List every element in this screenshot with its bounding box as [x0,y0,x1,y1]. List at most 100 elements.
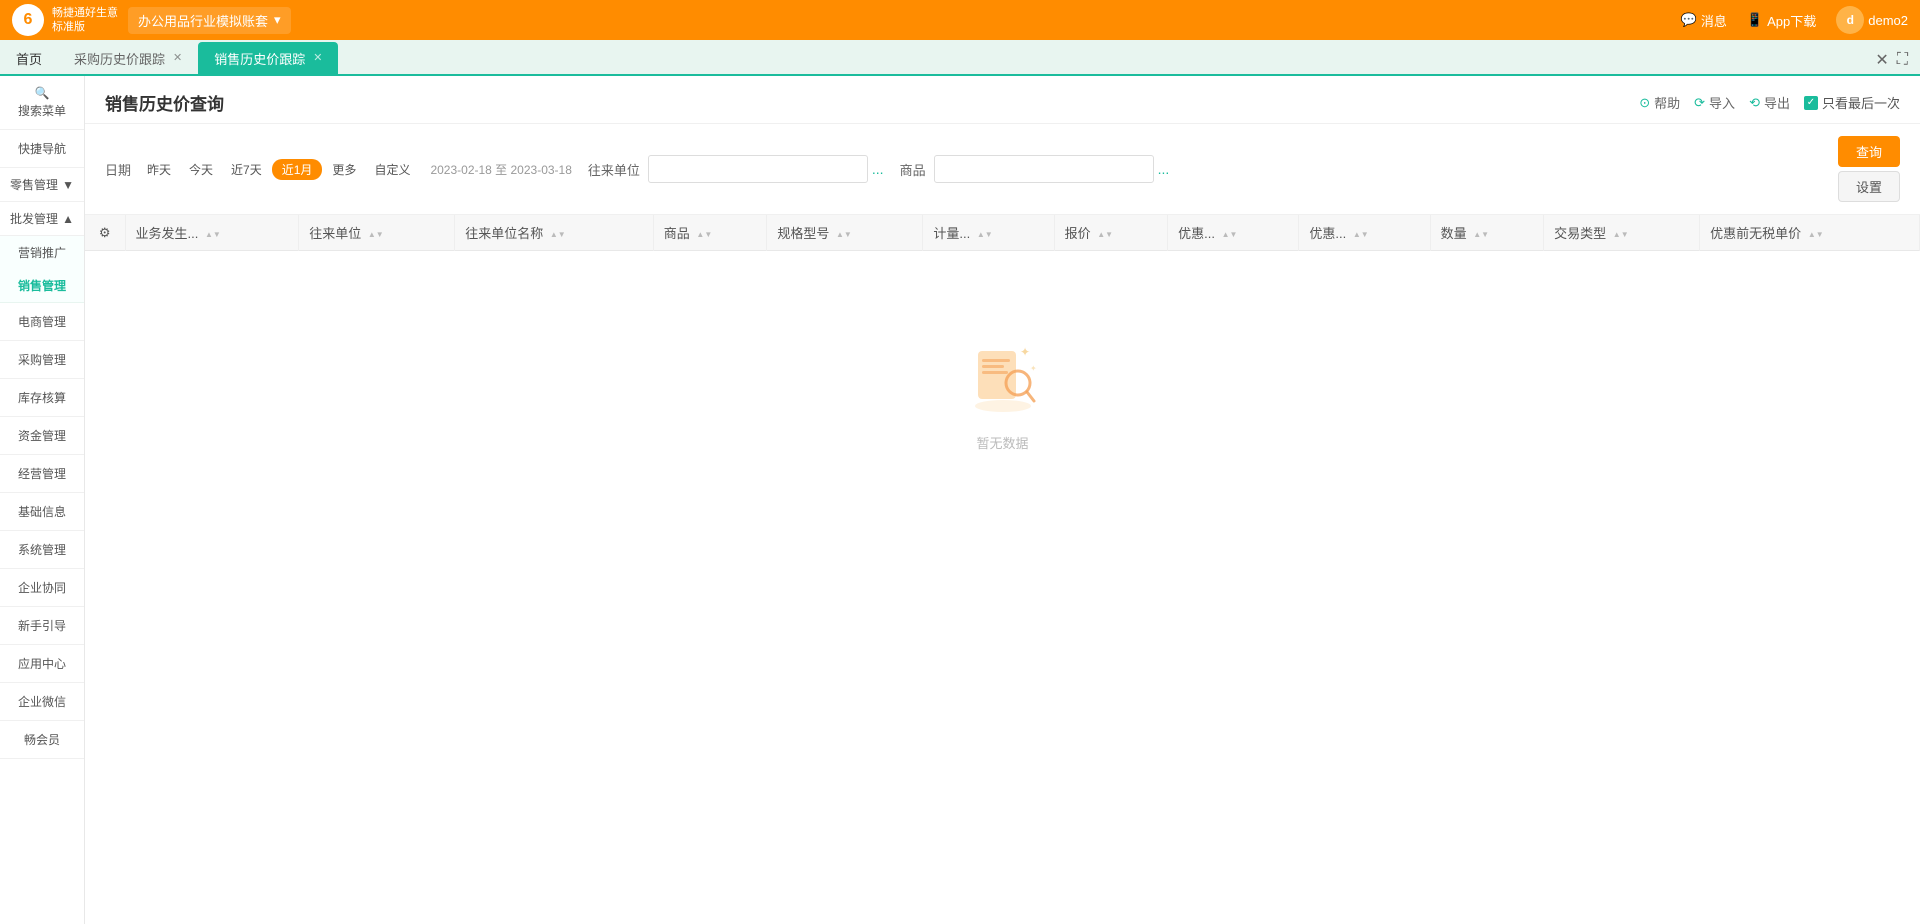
date-filter-label: 日期 [105,160,131,179]
th-spec-label: 规格型号 [777,226,829,241]
sidebar-quicknav-label: 快捷导航 [18,140,66,157]
only-last-checkbox[interactable]: ✓ [1804,96,1818,110]
th-pretax-price-label: 优惠前无税单价 [1710,226,1801,241]
goods-input[interactable] [934,155,1154,183]
import-btn[interactable]: ⟳ 导入 [1694,93,1735,112]
sidebar-item-sales-mgmt[interactable]: 销售管理 [0,269,84,302]
date-opt-custom[interactable]: 自定义 [366,159,418,180]
sidebar-item-member[interactable]: 畅会员 [0,721,84,759]
tab-purchase-close[interactable]: ✕ [173,53,182,64]
chevron-down-icon: ▾ [274,12,281,28]
company-dropdown[interactable]: 办公用品行业模拟账套 ▾ [128,7,291,34]
th-counterparty-code[interactable]: 往来单位 ▲▼ [299,215,455,251]
counterparty-input[interactable] [648,155,868,183]
th-gear[interactable]: ⚙ [85,215,125,251]
only-last-label: 只看最后一次 [1822,93,1900,112]
sidebar-inventory-label: 库存核算 [18,389,66,406]
date-opt-yesterday[interactable]: 昨天 [139,159,179,180]
th-biz-date[interactable]: 业务发生... ▲▼ [125,215,299,251]
sidebar-wholesale-label: 批发管理 [10,210,58,227]
company-label: 办公用品行业模拟账套 [138,11,268,30]
sidebar: 🔍 搜索菜单 快捷导航 零售管理 ▼ 批发管理 ▲ 营销推广 销售管理 电商管理… [0,76,85,924]
date-opt-more[interactable]: 更多 [324,159,364,180]
sidebar-item-ecommerce[interactable]: 电商管理 [0,303,84,341]
th-pretax-price[interactable]: 优惠前无税单价 ▲▼ [1700,215,1920,251]
counterparty-dots[interactable]: ... [872,161,884,177]
date-opt-today[interactable]: 今天 [181,159,221,180]
sidebar-item-search[interactable]: 🔍 搜索菜单 [0,76,84,130]
counterparty-input-wrapper: ... [648,155,884,183]
query-button[interactable]: 查询 [1838,136,1900,167]
date-options: 昨天 今天 近7天 近1月 更多 自定义 [139,159,418,180]
tab-sales-close[interactable]: ✕ [313,53,322,64]
sidebar-item-purchase[interactable]: 采购管理 [0,341,84,379]
th-quantity[interactable]: 数量 ▲▼ [1430,215,1544,251]
th-counterparty-name-label: 往来单位名称 [465,226,543,241]
sidebar-basic-info-label: 基础信息 [18,503,66,520]
sidebar-newbie-label: 新手引导 [18,617,66,634]
counterparty-filter-group: 往来单位 ... [588,155,884,183]
sidebar-item-wechat[interactable]: 企业微信 [0,683,84,721]
th-counterparty-name[interactable]: 往来单位名称 ▲▼ [455,215,654,251]
th-trade-type-label: 交易类型 [1554,226,1606,241]
help-icon: ⊙ [1639,95,1650,111]
table-header-row: ⚙ 业务发生... ▲▼ 往来单位 ▲▼ 往来单位名称 ▲▼ [85,215,1920,251]
sidebar-item-inventory[interactable]: 库存核算 [0,379,84,417]
sidebar-system-label: 系统管理 [18,541,66,558]
sidebar-item-operations[interactable]: 经营管理 [0,455,84,493]
tab-home[interactable]: 首页 [0,42,58,74]
th-quote[interactable]: 报价 ▲▼ [1054,215,1168,251]
export-btn[interactable]: ⟲ 导出 [1749,93,1790,112]
th-goods[interactable]: 商品 ▲▼ [653,215,767,251]
sidebar-item-finance[interactable]: 资金管理 [0,417,84,455]
chevron-up-icon: ▲ [62,212,74,226]
tab-purchase-history[interactable]: 采购历史价跟踪 ✕ [58,42,198,74]
th-biz-date-label: 业务发生... [136,226,199,241]
message-icon: 💬 [1681,12,1697,28]
sort-arrows-goods: ▲▼ [696,231,712,239]
date-opt-last7[interactable]: 近7天 [223,159,270,180]
sidebar-marketing-label: 营销推广 [18,246,66,260]
logo-text: 畅捷通好生意 标准版 [52,6,118,35]
sidebar-item-enterprise[interactable]: 企业协同 [0,569,84,607]
th-trade-type[interactable]: 交易类型 ▲▼ [1544,215,1700,251]
sidebar-item-newbie[interactable]: 新手引导 [0,607,84,645]
app-download-btn[interactable]: 📱 App下载 [1747,11,1816,30]
th-discount2[interactable]: 优惠... ▲▼ [1299,215,1430,251]
th-unit-label: 计量... [933,226,970,241]
th-unit[interactable]: 计量... ▲▼ [923,215,1054,251]
th-quantity-label: 数量 [1441,226,1467,241]
search-icon: 🔍 [35,86,50,100]
sidebar-ecommerce-label: 电商管理 [18,313,66,330]
maximize-btn[interactable]: ⛶ [1897,51,1908,69]
empty-illustration: ✦ ✦ [958,331,1048,421]
sidebar-item-apps[interactable]: 应用中心 [0,645,84,683]
sidebar-item-basic-info[interactable]: 基础信息 [0,493,84,531]
sidebar-item-wholesale[interactable]: 批发管理 ▲ [0,202,84,236]
tabbar-actions: ✕ ⛶ [1875,50,1920,74]
sidebar-item-marketing[interactable]: 营销推广 [0,236,84,269]
sidebar-item-system[interactable]: 系统管理 [0,531,84,569]
tab-sales-history[interactable]: 销售历史价跟踪 ✕ [198,42,338,74]
sidebar-item-retail[interactable]: 零售管理 ▼ [0,168,84,202]
help-btn[interactable]: ⊙ 帮助 [1639,93,1680,112]
close-tab-btn[interactable]: ✕ [1875,50,1888,70]
sidebar-item-quicknav[interactable]: 快捷导航 [0,130,84,168]
goods-dots[interactable]: ... [1158,161,1170,177]
sidebar-purchase-label: 采购管理 [18,351,66,368]
sidebar-operations-label: 经营管理 [18,465,66,482]
date-opt-last1m[interactable]: 近1月 [272,159,323,180]
th-discount1[interactable]: 优惠... ▲▼ [1168,215,1299,251]
topbar: 6 畅捷通好生意 标准版 办公用品行业模拟账套 ▾ 💬 消息 📱 App下载 d… [0,0,1920,40]
sidebar-search-label: 搜索菜单 [18,102,66,119]
settings-button[interactable]: 设置 [1838,171,1900,202]
th-spec[interactable]: 规格型号 ▲▼ [767,215,923,251]
message-btn[interactable]: 💬 消息 [1681,11,1727,30]
tab-home-label: 首页 [16,49,42,68]
mobile-icon: 📱 [1747,12,1763,28]
help-label: 帮助 [1654,93,1680,112]
sort-arrows-spec: ▲▼ [836,231,852,239]
only-last-checkbox-label[interactable]: ✓ 只看最后一次 [1804,93,1900,112]
sidebar-apps-label: 应用中心 [18,655,66,672]
user-avatar-area[interactable]: d demo2 [1836,6,1908,34]
